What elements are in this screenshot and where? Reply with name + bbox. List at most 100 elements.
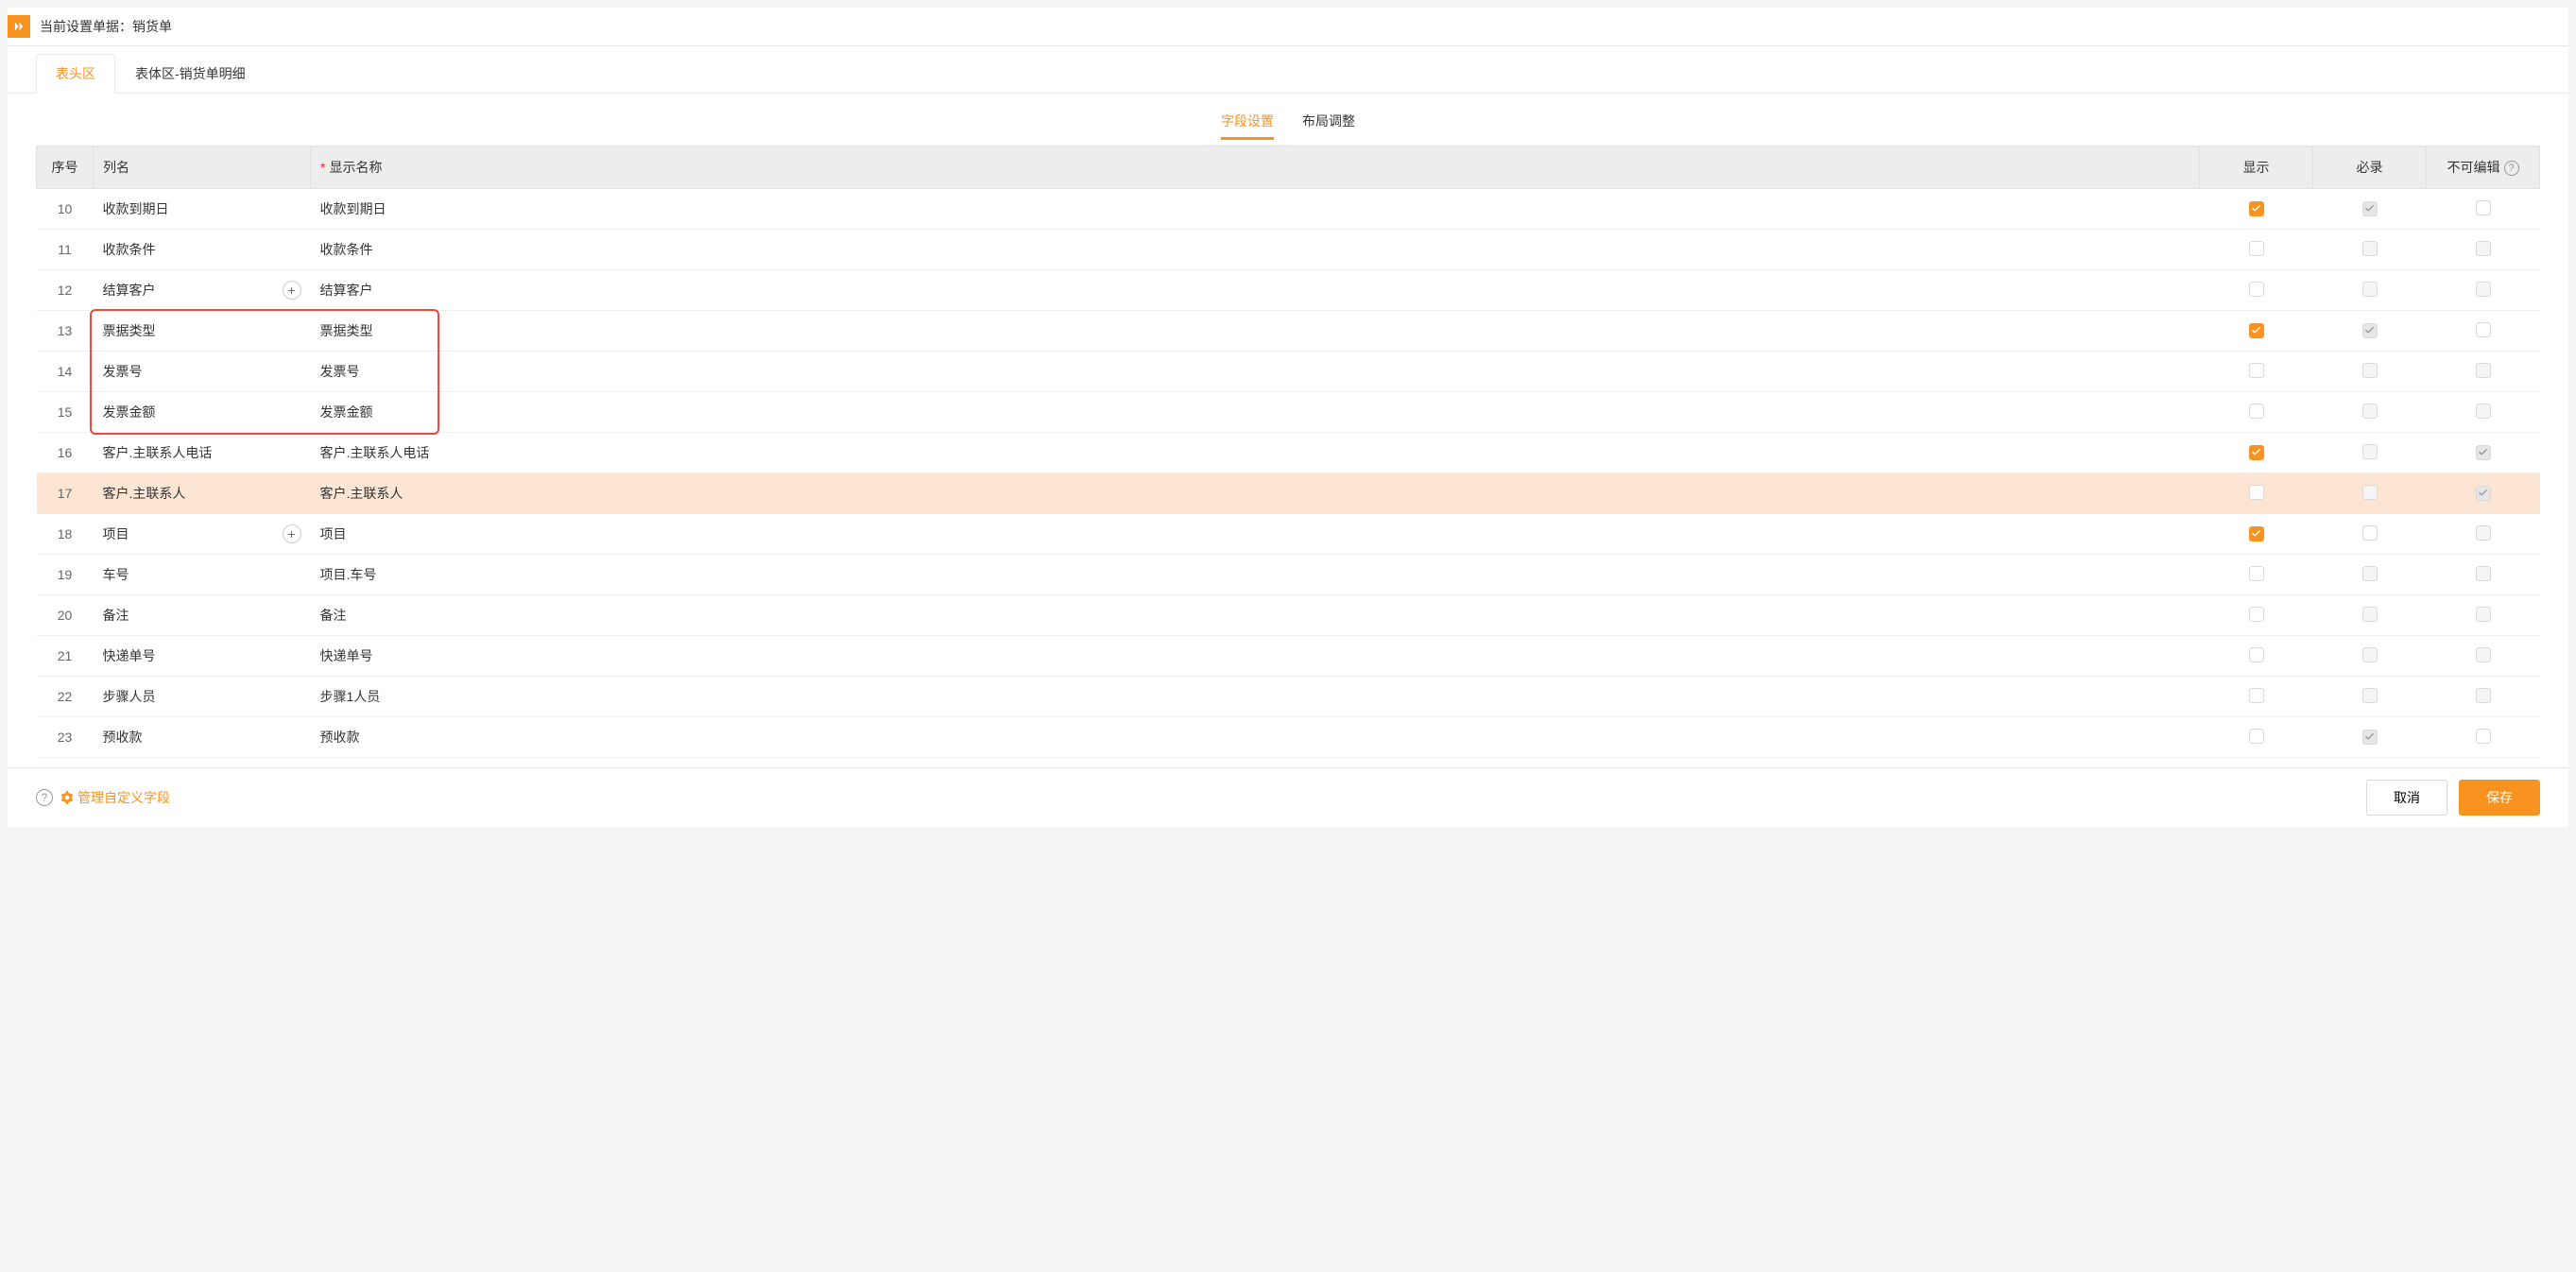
cell-readonly [2427, 311, 2540, 352]
checkbox [2362, 647, 2378, 662]
cell-required [2313, 636, 2427, 677]
checkbox [2476, 647, 2491, 662]
cell-readonly [2427, 433, 2540, 473]
cancel-button[interactable]: 取消 [2366, 780, 2447, 816]
th-readonly: 不可编辑? [2427, 146, 2540, 189]
checkbox[interactable] [2249, 485, 2264, 500]
cell-required [2313, 555, 2427, 595]
checkbox[interactable] [2249, 404, 2264, 419]
add-sub-field-button[interactable]: + [283, 524, 301, 543]
th-required: 必录 [2313, 146, 2427, 189]
checkbox [2362, 404, 2378, 419]
checkbox[interactable] [2249, 566, 2264, 581]
cell-seq: 19 [37, 555, 94, 595]
checkbox [2476, 525, 2491, 541]
cell-col-name: 备注 [94, 595, 311, 636]
cell-seq: 14 [37, 352, 94, 392]
checkbox [2476, 241, 2491, 256]
cell-readonly [2427, 677, 2540, 717]
cell-required [2313, 677, 2427, 717]
cell-required [2313, 352, 2427, 392]
cell-display-name[interactable]: 项目.车号 [311, 555, 2200, 595]
cell-display-name[interactable]: 收款到期日 [311, 189, 2200, 230]
cell-show [2200, 230, 2313, 270]
cell-display-name[interactable]: 备注 [311, 595, 2200, 636]
checkbox[interactable] [2249, 201, 2264, 216]
cell-show [2200, 352, 2313, 392]
cell-show [2200, 514, 2313, 555]
checkbox[interactable] [2249, 526, 2264, 541]
checkbox[interactable] [2476, 729, 2491, 744]
tab-header-area[interactable]: 表头区 [36, 54, 115, 94]
th-display-name: *显示名称 [311, 146, 2200, 189]
checkbox[interactable] [2249, 607, 2264, 622]
cell-col-name: 项目+ [94, 514, 311, 555]
checkbox[interactable] [2249, 445, 2264, 460]
cell-display-name[interactable]: 客户.主联系人电话 [311, 433, 2200, 473]
checkbox[interactable] [2249, 688, 2264, 703]
cell-display-name[interactable]: 票据类型 [311, 311, 2200, 352]
checkbox[interactable] [2249, 282, 2264, 297]
cell-display-name[interactable]: 收款条件 [311, 230, 2200, 270]
cell-col-name: 客户.主联系人电话 [94, 433, 311, 473]
cell-seq: 20 [37, 595, 94, 636]
cell-seq: 16 [37, 433, 94, 473]
tab-field-settings[interactable]: 字段设置 [1221, 108, 1274, 134]
cell-col-name: 预收款 [94, 717, 311, 758]
checkbox [2476, 607, 2491, 622]
cell-display-name[interactable]: 发票号 [311, 352, 2200, 392]
save-button[interactable]: 保存 [2459, 780, 2540, 816]
table-row: 14发票号发票号 [37, 352, 2540, 392]
checkbox[interactable] [2249, 729, 2264, 744]
checkbox [2362, 363, 2378, 378]
cell-display-name[interactable]: 发票金额 [311, 392, 2200, 433]
expand-panel-button[interactable] [8, 15, 30, 38]
cell-readonly [2427, 555, 2540, 595]
tab-body-area[interactable]: 表体区-销货单明细 [115, 54, 266, 94]
cell-show [2200, 595, 2313, 636]
checkbox [2362, 688, 2378, 703]
cell-show [2200, 311, 2313, 352]
checkbox [2476, 566, 2491, 581]
checkbox[interactable] [2249, 363, 2264, 378]
checkbox[interactable] [2249, 241, 2264, 256]
cell-required [2313, 270, 2427, 311]
cell-readonly [2427, 270, 2540, 311]
checkbox [2476, 445, 2491, 460]
th-show: 显示 [2200, 146, 2313, 189]
cell-col-name: 步骤人员 [94, 677, 311, 717]
add-sub-field-button[interactable]: + [283, 281, 301, 300]
cell-display-name[interactable]: 步骤1人员 [311, 677, 2200, 717]
table-row: 20备注备注 [37, 595, 2540, 636]
checkbox [2362, 201, 2378, 216]
cell-seq: 10 [37, 189, 94, 230]
cell-display-name[interactable]: 项目 [311, 514, 2200, 555]
cell-display-name[interactable]: 结算客户 [311, 270, 2200, 311]
cell-show [2200, 717, 2313, 758]
help-icon[interactable]: ? [36, 789, 53, 806]
help-icon[interactable]: ? [2504, 161, 2519, 176]
checkbox[interactable] [2476, 200, 2491, 215]
checkbox[interactable] [2362, 525, 2378, 541]
cell-readonly [2427, 230, 2540, 270]
checkbox [2362, 485, 2378, 500]
checkbox[interactable] [2249, 647, 2264, 662]
cell-col-name: 车号 [94, 555, 311, 595]
chevron-right-double-icon [12, 20, 26, 33]
cell-col-name: 结算客户+ [94, 270, 311, 311]
cell-seq: 17 [37, 473, 94, 514]
cell-seq: 15 [37, 392, 94, 433]
tab-layout-adjust[interactable]: 布局调整 [1302, 108, 1355, 134]
cell-display-name[interactable]: 客户.主联系人 [311, 473, 2200, 514]
cell-display-name[interactable]: 快递单号 [311, 636, 2200, 677]
secondary-tabs: 字段设置 布局调整 [8, 93, 2568, 146]
manage-custom-fields-link[interactable]: 管理自定义字段 [60, 788, 170, 807]
cell-required [2313, 311, 2427, 352]
checkbox[interactable] [2476, 322, 2491, 337]
cell-display-name[interactable]: 预收款 [311, 717, 2200, 758]
checkbox [2362, 323, 2378, 338]
checkbox[interactable] [2249, 323, 2264, 338]
cell-col-name: 客户.主联系人 [94, 473, 311, 514]
checkbox [2476, 363, 2491, 378]
table-row: 23预收款预收款 [37, 717, 2540, 758]
